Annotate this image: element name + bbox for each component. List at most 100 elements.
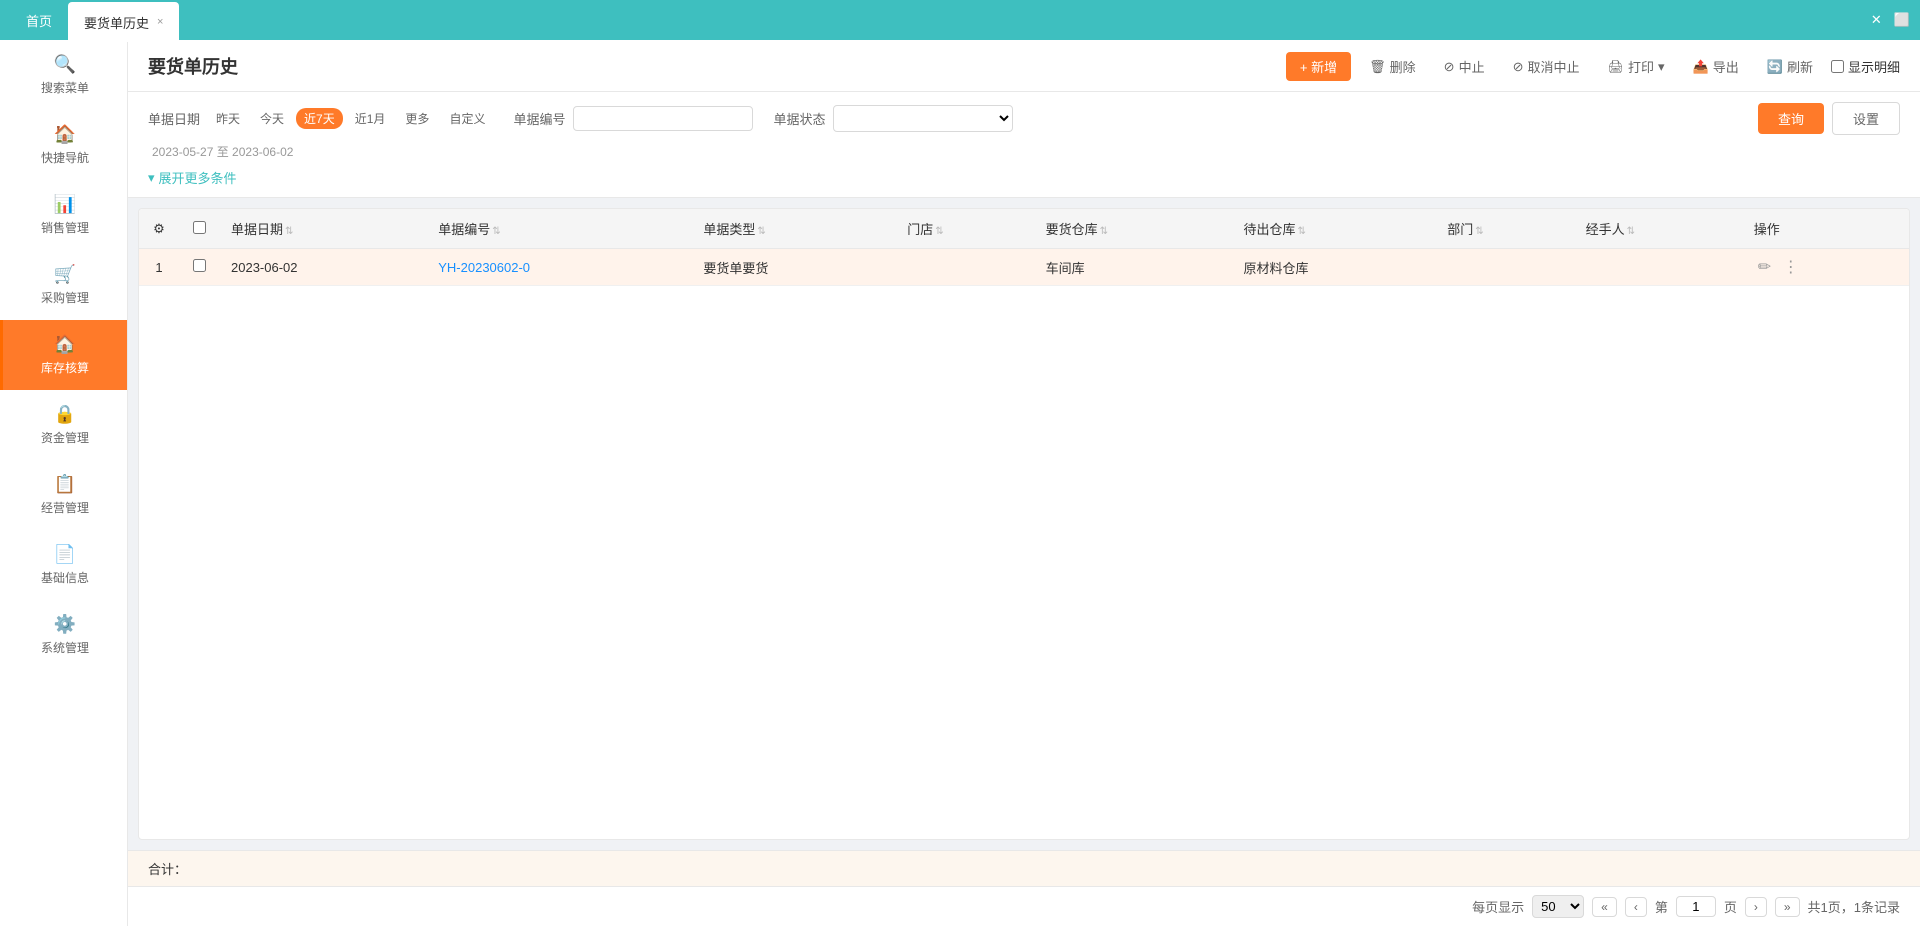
- row-date: 2023-06-02: [219, 249, 426, 286]
- refresh-button[interactable]: 🔄 刷新: [1757, 52, 1823, 81]
- col-department[interactable]: 部门⇅: [1435, 209, 1573, 249]
- tab-bar: 首页 要货单历史 ×: [10, 0, 179, 40]
- sort-date-icon: ⇅: [285, 226, 293, 237]
- col-checkbox[interactable]: [179, 209, 219, 249]
- sidebar-item-purchase[interactable]: 🛒 采购管理: [0, 250, 127, 320]
- row-edit-btn[interactable]: ✏: [1754, 257, 1775, 277]
- row-department: [1435, 249, 1573, 286]
- first-page-btn[interactable]: «: [1592, 897, 1617, 917]
- col-pending-warehouse[interactable]: 待出仓库⇅: [1231, 209, 1435, 249]
- prev-page-btn[interactable]: ‹: [1625, 897, 1647, 917]
- row-store: [895, 249, 1033, 286]
- sort-req-warehouse-icon: ⇅: [1100, 226, 1108, 237]
- set-button[interactable]: 设置: [1832, 102, 1900, 135]
- status-label: 单据状态: [773, 109, 825, 128]
- row-checkbox-cell[interactable]: [179, 249, 219, 286]
- sort-pending-warehouse-icon: ⇅: [1297, 226, 1305, 237]
- filter-billno-group: 单据编号: [513, 106, 753, 131]
- delete-button[interactable]: 🗑 删除: [1359, 52, 1426, 81]
- last-page-btn[interactable]: »: [1775, 897, 1800, 917]
- date-btn-1month[interactable]: 近1月: [347, 108, 394, 129]
- sort-store-icon: ⇅: [935, 226, 943, 237]
- row-handler: [1574, 249, 1742, 286]
- row-more-btn[interactable]: ⋮: [1779, 257, 1803, 277]
- total-info: 共1页，1条记录: [1808, 897, 1900, 916]
- window-minimize-btn[interactable]: ⬜: [1894, 12, 1910, 28]
- date-btn-yesterday[interactable]: 昨天: [208, 108, 248, 129]
- page-prefix: 第: [1655, 897, 1668, 916]
- col-handler[interactable]: 经手人⇅: [1574, 209, 1742, 249]
- col-settings[interactable]: ⚙: [139, 209, 179, 249]
- billno-input[interactable]: [573, 106, 753, 131]
- content-area: 要货单历史 + 新增 🗑 删除 ⊘ 中止 ⊘ 取消中止: [128, 40, 1920, 926]
- status-select[interactable]: [833, 105, 1013, 132]
- lock-icon: 🔒: [54, 404, 76, 425]
- print-button[interactable]: 🖨 打印 ▾: [1598, 52, 1675, 81]
- show-detail-toggle[interactable]: 显示明细: [1831, 57, 1900, 76]
- col-action: 操作: [1742, 209, 1909, 249]
- print-dropdown-icon: ▾: [1658, 59, 1665, 75]
- sort-type-icon: ⇅: [757, 226, 765, 237]
- sidebar-item-inventory[interactable]: 🏠 库存核算: [0, 320, 127, 390]
- date-range-text: 2023-05-27 至 2023-06-02: [152, 145, 293, 159]
- date-btns: 昨天 今天 近7天 近1月 更多 自定义: [208, 108, 493, 129]
- row-checkbox[interactable]: [193, 259, 206, 272]
- sidebar-item-base-info[interactable]: 📄 基础信息: [0, 530, 127, 600]
- sidebar-item-finance[interactable]: 🔒 资金管理: [0, 390, 127, 460]
- page-size-label: 每页显示: [1472, 897, 1524, 916]
- date-btn-today[interactable]: 今天: [252, 108, 292, 129]
- row-billno-link[interactable]: YH-20230602-0: [438, 260, 530, 275]
- col-req-warehouse[interactable]: 要货仓库⇅: [1034, 209, 1232, 249]
- data-table: ⚙ 单据日期⇅ 单据编号⇅ 单据类型⇅: [139, 209, 1909, 286]
- search-icon: 🔍: [54, 54, 76, 75]
- row-type: 要货单要货: [691, 249, 895, 286]
- sidebar-item-nav[interactable]: 🏠 快捷导航: [0, 110, 127, 180]
- new-button[interactable]: + 新增: [1286, 52, 1351, 81]
- stop-button[interactable]: ⊘ 中止: [1434, 52, 1495, 81]
- row-num: 1: [139, 249, 179, 286]
- show-detail-checkbox[interactable]: [1831, 60, 1844, 73]
- query-button[interactable]: 查询: [1758, 103, 1824, 134]
- pagination-bar: 每页显示 50 100 200 « ‹ 第 页 › » 共1页，1条记录: [128, 886, 1920, 926]
- sidebar-item-operations[interactable]: 📋 经营管理: [0, 460, 127, 530]
- expand-button[interactable]: ▾ 展开更多条件: [148, 168, 237, 187]
- row-actions: ✏ ⋮: [1742, 249, 1909, 286]
- tab-close-icon[interactable]: ×: [157, 16, 163, 28]
- next-page-btn[interactable]: ›: [1745, 897, 1767, 917]
- filter-status-group: 单据状态: [773, 105, 1013, 132]
- col-type[interactable]: 单据类型⇅: [691, 209, 895, 249]
- sidebar-item-system[interactable]: ⚙️ 系统管理: [0, 600, 127, 670]
- doc-icon: 📄: [54, 544, 76, 565]
- inventory-icon: 🏠: [54, 334, 76, 355]
- tab-home[interactable]: 首页: [10, 0, 68, 40]
- row-billno: YH-20230602-0: [426, 249, 691, 286]
- topbar-right-actions: ✕ ⬜: [1871, 12, 1910, 28]
- sidebar: 🔍 搜索菜单 🏠 快捷导航 📊 销售管理 🛒 采购管理 🏠 库存核算 🔒 资金管…: [0, 40, 128, 926]
- date-btn-custom[interactable]: 自定义: [441, 108, 493, 129]
- date-label: 单据日期: [148, 109, 200, 128]
- select-all-checkbox[interactable]: [193, 221, 206, 234]
- col-store[interactable]: 门店⇅: [895, 209, 1033, 249]
- print-icon: 🖨: [1608, 59, 1625, 75]
- footer-bar: 合计：: [128, 850, 1920, 886]
- export-button[interactable]: 📤 导出: [1683, 52, 1749, 81]
- sidebar-item-sales[interactable]: 📊 销售管理: [0, 180, 127, 250]
- tab-requisition-history[interactable]: 要货单历史 ×: [68, 2, 179, 42]
- page-size-select[interactable]: 50 100 200: [1532, 895, 1584, 918]
- date-btn-more[interactable]: 更多: [397, 108, 437, 129]
- settings-icon[interactable]: ⚙: [153, 221, 165, 236]
- page-input[interactable]: [1676, 896, 1716, 917]
- export-icon: 📤: [1693, 59, 1709, 75]
- date-btn-7days[interactable]: 近7天: [296, 108, 343, 129]
- delete-icon: 🗑: [1369, 59, 1386, 75]
- cancel-stop-button[interactable]: ⊘ 取消中止: [1503, 52, 1590, 81]
- sidebar-item-search[interactable]: 🔍 搜索菜单: [0, 40, 127, 110]
- stop-icon: ⊘: [1444, 59, 1455, 75]
- chart-icon: 📊: [54, 194, 76, 215]
- col-billno[interactable]: 单据编号⇅: [426, 209, 691, 249]
- billno-label: 单据编号: [513, 109, 565, 128]
- filter-row: 单据日期 昨天 今天 近7天 近1月 更多 自定义 单据编号 单据状态: [148, 102, 1900, 135]
- row-pending-warehouse: 原材料仓库: [1231, 249, 1435, 286]
- col-date[interactable]: 单据日期⇅: [219, 209, 426, 249]
- window-close-btn[interactable]: ✕: [1871, 12, 1882, 28]
